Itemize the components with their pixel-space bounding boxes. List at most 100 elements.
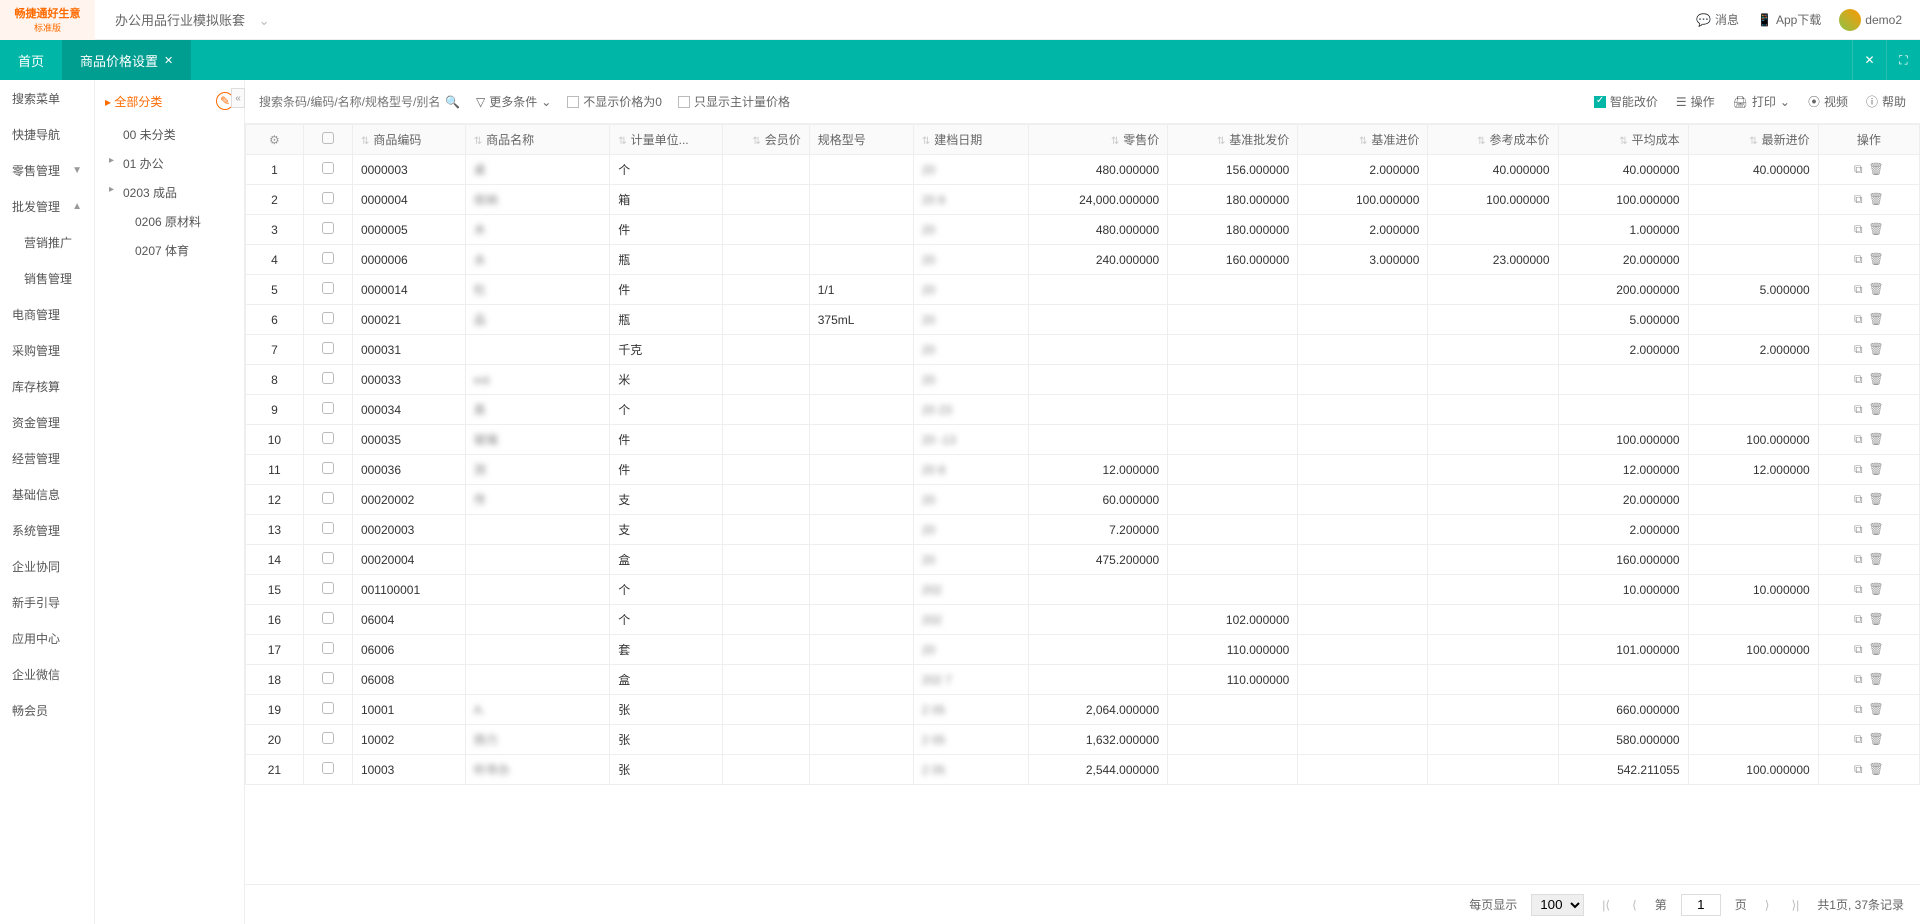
row-checkbox[interactable] — [303, 515, 352, 545]
category-item[interactable]: 00 未分类 — [95, 120, 244, 149]
cell-avg-cost[interactable]: 100.000000 — [1558, 425, 1688, 455]
sidebar-item[interactable]: 企业协同 — [0, 548, 94, 584]
cell-base-wholesale[interactable]: 110.000000 — [1168, 665, 1298, 695]
cell-ref-cost[interactable] — [1428, 605, 1558, 635]
cell-retail[interactable] — [1029, 665, 1168, 695]
row-checkbox[interactable] — [303, 695, 352, 725]
copy-icon[interactable]: ⧉ — [1854, 402, 1863, 417]
cell-base-wholesale[interactable]: 180.000000 — [1168, 185, 1298, 215]
col-unit[interactable]: 计量单位... — [610, 125, 723, 155]
row-checkbox[interactable] — [303, 635, 352, 665]
cell-avg-cost[interactable]: 20.000000 — [1558, 485, 1688, 515]
tab-home[interactable]: 首页 — [0, 40, 62, 80]
cell-ref-cost[interactable] — [1428, 395, 1558, 425]
cell-base-purchase[interactable]: 3.000000 — [1298, 245, 1428, 275]
messages-button[interactable]: 💬消息 — [1696, 11, 1739, 28]
copy-icon[interactable]: ⧉ — [1854, 492, 1863, 507]
cell-base-purchase[interactable] — [1298, 755, 1428, 785]
cell-retail[interactable]: 480.000000 — [1029, 215, 1168, 245]
cell-base-wholesale[interactable] — [1168, 455, 1298, 485]
row-checkbox[interactable] — [303, 605, 352, 635]
row-checkbox[interactable] — [303, 455, 352, 485]
cell-ref-cost[interactable] — [1428, 305, 1558, 335]
cell-latest-purchase[interactable] — [1688, 485, 1818, 515]
cell-retail[interactable] — [1029, 425, 1168, 455]
sidebar-item[interactable]: 零售管理▼ — [0, 152, 94, 188]
cell-retail[interactable]: 240.000000 — [1029, 245, 1168, 275]
delete-icon[interactable]: 🗑 — [1869, 312, 1884, 327]
cell-avg-cost[interactable]: 660.000000 — [1558, 695, 1688, 725]
cell-base-purchase[interactable] — [1298, 605, 1428, 635]
account-context[interactable]: 办公用品行业模拟账套 ⌄ — [95, 10, 1696, 29]
cell-base-wholesale[interactable] — [1168, 695, 1298, 725]
copy-icon[interactable]: ⧉ — [1854, 642, 1863, 657]
row-checkbox[interactable] — [303, 485, 352, 515]
cell-base-purchase[interactable] — [1298, 515, 1428, 545]
col-date[interactable]: 建档日期 — [913, 125, 1029, 155]
sidebar-item[interactable]: 企业微信 — [0, 656, 94, 692]
table-row[interactable]: 1806008盒202 7110.000000⧉🗑 — [246, 665, 1920, 695]
cell-latest-purchase[interactable]: 5.000000 — [1688, 275, 1818, 305]
cell-latest-purchase[interactable]: 12.000000 — [1688, 455, 1818, 485]
cell-avg-cost[interactable]: 542.211055 — [1558, 755, 1688, 785]
cell-retail[interactable]: 480.000000 — [1029, 155, 1168, 185]
cell-base-wholesale[interactable] — [1168, 515, 1298, 545]
cell-latest-purchase[interactable] — [1688, 695, 1818, 725]
operations-button[interactable]: ☰操作 — [1676, 93, 1715, 110]
cell-base-wholesale[interactable] — [1168, 755, 1298, 785]
cell-latest-purchase[interactable]: 10.000000 — [1688, 575, 1818, 605]
cell-retail[interactable] — [1029, 635, 1168, 665]
only-main-unit-checkbox[interactable]: 只显示主计量价格 — [678, 93, 790, 110]
cell-avg-cost[interactable]: 580.000000 — [1558, 725, 1688, 755]
delete-icon[interactable]: 🗑 — [1869, 672, 1884, 687]
row-checkbox[interactable] — [303, 155, 352, 185]
copy-icon[interactable]: ⧉ — [1854, 192, 1863, 207]
table-row[interactable]: 1400020004盒20475.200000160.000000⧉🗑 — [246, 545, 1920, 575]
cell-ref-cost[interactable] — [1428, 545, 1558, 575]
copy-icon[interactable]: ⧉ — [1854, 612, 1863, 627]
table-row[interactable]: 2110003听寺办张2 052,544.000000542.211055100… — [246, 755, 1920, 785]
cell-base-wholesale[interactable]: 102.000000 — [1168, 605, 1298, 635]
fullscreen-button[interactable]: ⛶ — [1886, 40, 1920, 80]
category-item[interactable]: 0206 原材料 — [95, 207, 244, 236]
cell-retail[interactable] — [1029, 575, 1168, 605]
copy-icon[interactable]: ⧉ — [1854, 312, 1863, 327]
col-settings[interactable] — [246, 125, 304, 155]
video-button[interactable]: ⦿视频 — [1808, 93, 1848, 110]
sidebar-item[interactable]: 批发管理▲ — [0, 188, 94, 224]
row-checkbox[interactable] — [303, 305, 352, 335]
copy-icon[interactable]: ⧉ — [1854, 732, 1863, 747]
cell-latest-purchase[interactable]: 40.000000 — [1688, 155, 1818, 185]
per-page-select[interactable]: 100 — [1531, 894, 1584, 916]
cell-base-wholesale[interactable]: 160.000000 — [1168, 245, 1298, 275]
sidebar-item[interactable]: 系统管理 — [0, 512, 94, 548]
table-wrap[interactable]: 商品编码 商品名称 计量单位... 会员价 规格型号 建档日期 零售价 基准批发… — [245, 124, 1920, 884]
cell-retail[interactable] — [1029, 275, 1168, 305]
print-button[interactable]: 🖨打印⌄ — [1733, 93, 1790, 110]
cell-base-wholesale[interactable] — [1168, 275, 1298, 305]
copy-icon[interactable]: ⧉ — [1854, 432, 1863, 447]
col-base-wholesale[interactable]: 基准批发价 — [1168, 125, 1298, 155]
cell-base-purchase[interactable] — [1298, 485, 1428, 515]
delete-icon[interactable]: 🗑 — [1869, 462, 1884, 477]
delete-icon[interactable]: 🗑 — [1869, 702, 1884, 717]
sidebar-item[interactable]: 库存核算 — [0, 368, 94, 404]
cell-ref-cost[interactable]: 23.000000 — [1428, 245, 1558, 275]
search-icon[interactable]: 🔍 — [445, 95, 460, 109]
row-checkbox[interactable] — [303, 665, 352, 695]
cell-avg-cost[interactable]: 100.000000 — [1558, 185, 1688, 215]
col-name[interactable]: 商品名称 — [465, 125, 610, 155]
col-checkbox[interactable] — [303, 125, 352, 155]
cell-ref-cost[interactable] — [1428, 215, 1558, 245]
cell-retail[interactable]: 1,632.000000 — [1029, 725, 1168, 755]
user-menu[interactable]: demo2 — [1839, 9, 1902, 31]
cell-avg-cost[interactable]: 200.000000 — [1558, 275, 1688, 305]
cell-retail[interactable] — [1029, 305, 1168, 335]
cell-ref-cost[interactable] — [1428, 665, 1558, 695]
table-row[interactable]: 10000035玻璃件20 -13100.000000100.000000⧉🗑 — [246, 425, 1920, 455]
col-latest-purchase[interactable]: 最新进价 — [1688, 125, 1818, 155]
row-checkbox[interactable] — [303, 395, 352, 425]
cell-base-purchase[interactable] — [1298, 695, 1428, 725]
row-checkbox[interactable] — [303, 245, 352, 275]
cell-base-purchase[interactable] — [1298, 275, 1428, 305]
